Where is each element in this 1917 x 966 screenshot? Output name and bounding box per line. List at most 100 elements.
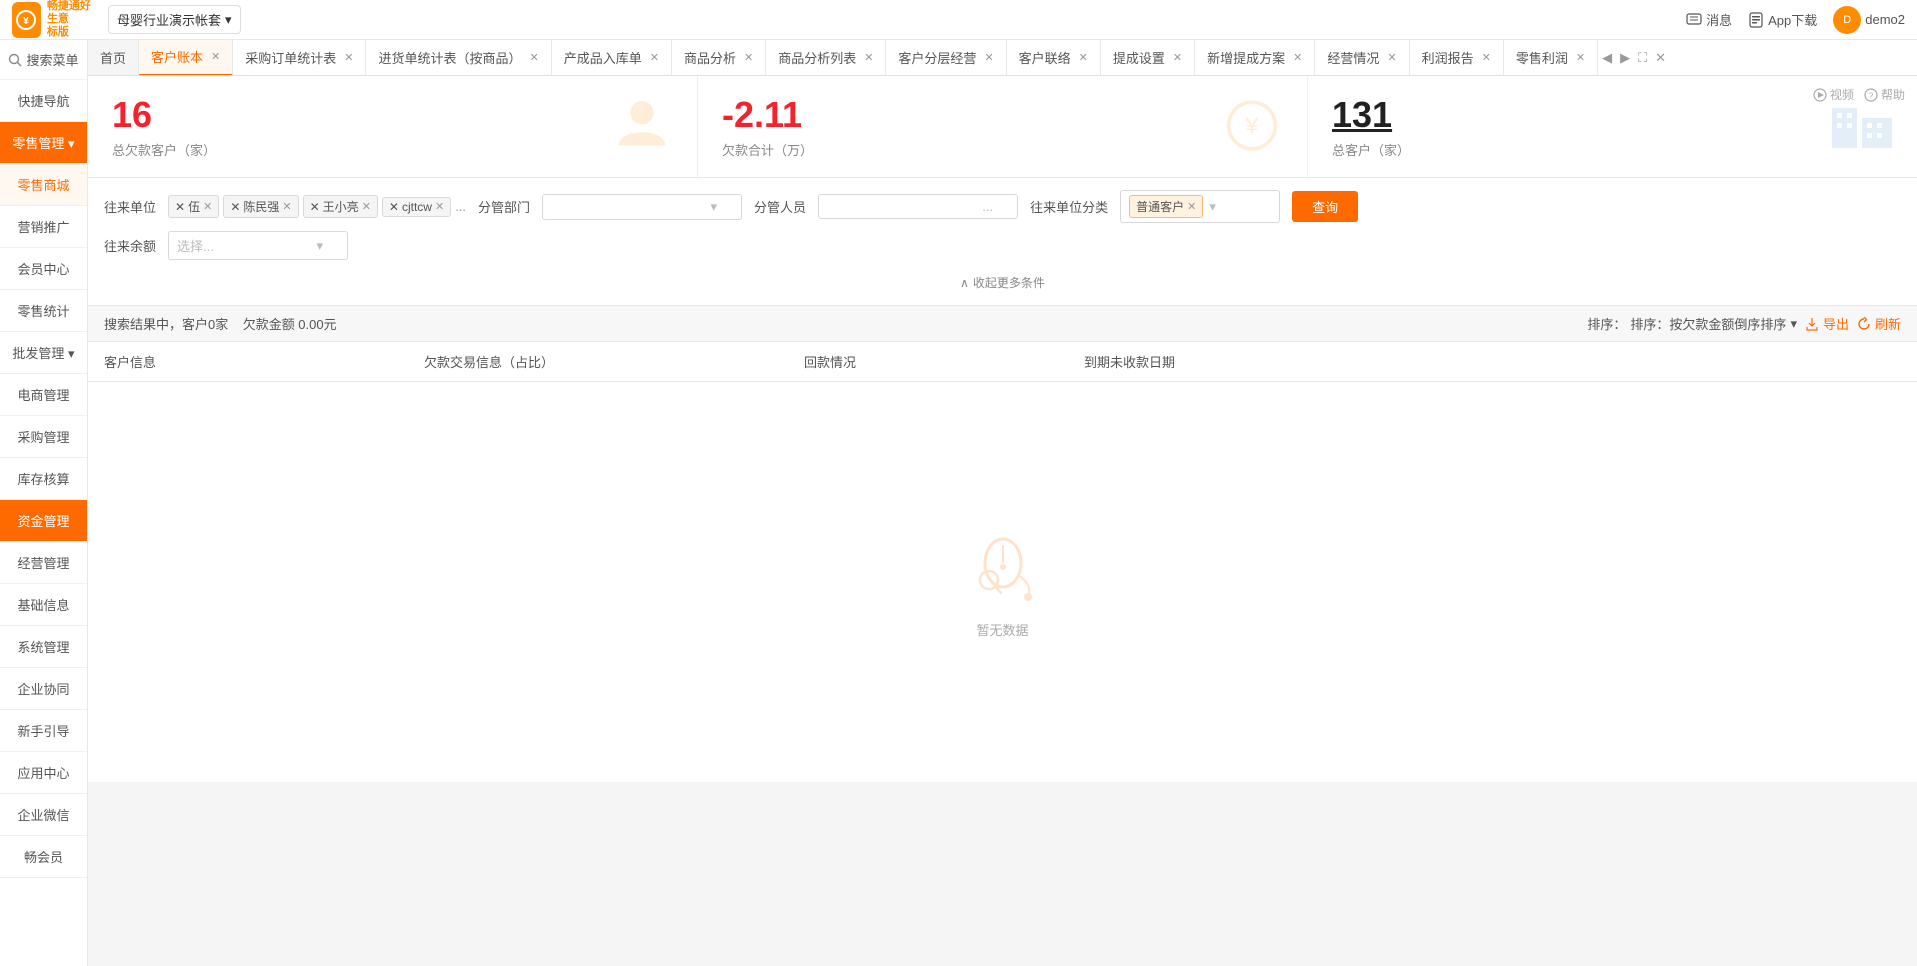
tab-close-icon[interactable]: ✕ [1387, 51, 1396, 64]
sidebar-item-basic[interactable]: 基础信息 [0, 584, 87, 626]
sort-selector[interactable]: 排序： 排序：按欠款金额倒序排序 ▾ [1587, 314, 1797, 333]
sidebar-item-ecommerce[interactable]: 电商管理 [0, 374, 87, 416]
remove-category-tag[interactable]: ✕ [1187, 200, 1196, 213]
refresh-button[interactable]: 刷新 [1857, 314, 1901, 333]
avatar: D [1833, 6, 1861, 34]
search-menu-button[interactable]: 搜索菜单 [0, 40, 87, 80]
help-button[interactable]: ? 帮助 [1864, 86, 1905, 103]
video-icon [1813, 88, 1827, 102]
tab-close-all[interactable]: ✕ [1651, 50, 1670, 66]
unit-category-label: 往来单位分类 [1030, 197, 1108, 216]
tab-promo-settings[interactable]: 提成设置 ✕ [1101, 40, 1195, 76]
export-icon [1805, 317, 1819, 331]
money-icon: ¥ [1217, 95, 1287, 158]
total-customers-label: 总客户（家） [1332, 140, 1410, 159]
store-selector[interactable]: 母婴行业演示帐套 ▾ [108, 5, 241, 34]
tab-purchase-order[interactable]: 采购订单统计表 ✕ [233, 40, 366, 76]
empty-icon [963, 525, 1043, 608]
tab-close-icon[interactable]: ✕ [1293, 51, 1302, 64]
sidebar-item-member[interactable]: 会员中心 [0, 248, 87, 290]
manager-more[interactable]: ... [982, 199, 993, 214]
sidebar-item-wecom[interactable]: 企业微信 [0, 794, 87, 836]
sidebar-item-enterprise[interactable]: 企业协同 [0, 668, 87, 710]
query-button[interactable]: 查询 [1292, 191, 1358, 222]
tab-scroll-right[interactable]: ▶ [1616, 50, 1634, 66]
top-bar-left: ¥ 畅捷通好生意 标版 母婴行业演示帐套 ▾ [12, 0, 241, 39]
remove-unit-tag-2[interactable]: ✕ [362, 200, 371, 213]
tab-product-inbound[interactable]: 产成品入库单 ✕ [552, 40, 672, 76]
total-customers-value: 131 [1332, 94, 1410, 136]
search-icon [8, 53, 22, 67]
remove-unit-tag-3[interactable]: ✕ [435, 200, 444, 213]
filter-area: 往来单位 ✕ 伍 ✕ ✕ 陈民强 ✕ ✕ [88, 178, 1917, 306]
app-download-button[interactable]: App下载 [1748, 10, 1817, 29]
tab-maximize[interactable]: ⛶ [1634, 50, 1651, 66]
overdue-customers-label: 总欠款客户（家） [112, 140, 216, 159]
sidebar-item-wholesale[interactable]: 批发管理 ▾ [0, 332, 87, 374]
sidebar-item-marketing[interactable]: 营销推广 [0, 206, 87, 248]
sidebar-item-retail-stats[interactable]: 零售统计 [0, 290, 87, 332]
sidebar-item-purchase[interactable]: 采购管理 [0, 416, 87, 458]
filter-row-1: 往来单位 ✕ 伍 ✕ ✕ 陈民强 ✕ ✕ [104, 190, 1901, 223]
tab-stock-stats[interactable]: 进货单统计表（按商品） ✕ [366, 40, 551, 76]
sidebar-item-guide[interactable]: 新手引导 [0, 710, 87, 752]
export-button[interactable]: 导出 [1805, 314, 1849, 333]
sidebar-item-nav[interactable]: 快捷导航 [0, 80, 87, 122]
sidebar-item-operation[interactable]: 经营管理 [0, 542, 87, 584]
stats-top-right: 视频 ? 帮助 [1813, 86, 1905, 103]
tab-customer-segment[interactable]: 客户分层经营 ✕ [886, 40, 1006, 76]
collapse-filters-button[interactable]: ∧ 收起更多条件 [104, 268, 1901, 293]
dept-filter-select[interactable]: ▾ [542, 194, 742, 220]
stat-overdue-customers: 16 总欠款客户（家） [88, 76, 698, 177]
sidebar-item-retail-mall[interactable]: 零售商城 [0, 164, 87, 206]
tab-close-icon[interactable]: ✕ [1079, 51, 1088, 64]
unit-category-select[interactable]: 普通客户 ✕ ▾ [1120, 190, 1280, 223]
tab-close-icon[interactable]: ✕ [211, 50, 220, 63]
tab-close-icon[interactable]: ✕ [744, 51, 753, 64]
layout: 搜索菜单 快捷导航 零售管理 ▾ 零售商城 营销推广 会员中心 零售统计 批发管… [0, 40, 1917, 966]
logo-area: ¥ 畅捷通好生意 标版 [12, 0, 100, 39]
unit-category-tag: 普通客户 ✕ [1129, 195, 1203, 218]
logo-icon: ¥ [12, 2, 41, 38]
more-tags-button[interactable]: ... [455, 199, 466, 214]
sidebar-item-app-center[interactable]: 应用中心 [0, 752, 87, 794]
tab-close-icon[interactable]: ✕ [984, 51, 993, 64]
tab-product-analysis-list[interactable]: 商品分析列表 ✕ [766, 40, 886, 76]
unit-tag-2: ✕ 王小亮 ✕ [303, 195, 378, 218]
remove-unit-tag-1[interactable]: ✕ [282, 200, 291, 213]
tab-close-icon[interactable]: ✕ [1482, 51, 1491, 64]
tab-close-icon[interactable]: ✕ [344, 51, 353, 64]
tab-business-status[interactable]: 经营情况 ✕ [1315, 40, 1409, 76]
balance-filter-select[interactable]: 选择... ▾ [168, 231, 348, 260]
manager-filter-label: 分管人员 [754, 197, 806, 216]
manager-filter-select[interactable]: ... [818, 194, 1018, 219]
tab-close-icon[interactable]: ✕ [864, 51, 873, 64]
remove-unit-tag-0[interactable]: ✕ [203, 200, 212, 213]
tab-product-analysis[interactable]: 商品分析 ✕ [672, 40, 766, 76]
sidebar-item-system[interactable]: 系统管理 [0, 626, 87, 668]
tab-customer-account[interactable]: 客户账本 ✕ [139, 40, 233, 76]
sidebar-item-finance[interactable]: 资金管理 [0, 500, 87, 542]
sidebar-item-member-vip[interactable]: 畅会员 [0, 836, 87, 878]
video-help-button[interactable]: 视频 [1813, 86, 1854, 103]
tab-home[interactable]: 首页 [88, 40, 139, 76]
tab-profit-report[interactable]: 利润报告 ✕ [1410, 40, 1504, 76]
tab-close-icon[interactable]: ✕ [650, 51, 659, 64]
tab-customer-contact[interactable]: 客户联络 ✕ [1007, 40, 1101, 76]
sidebar-item-retail[interactable]: 零售管理 ▾ [0, 122, 87, 164]
main-content: 首页 客户账本 ✕ 采购订单统计表 ✕ 进货单统计表（按商品） ✕ 产成品入库单… [88, 40, 1917, 966]
sidebar-item-inventory[interactable]: 库存核算 [0, 458, 87, 500]
tab-retail-profit[interactable]: 零售利润 ✕ [1504, 40, 1598, 76]
tab-close-icon[interactable]: ✕ [1576, 51, 1585, 64]
tab-new-promo-plan[interactable]: 新增提成方案 ✕ [1195, 40, 1315, 76]
overdue-customers-value: 16 [112, 94, 216, 136]
logo-text: 畅捷通好生意 标版 [47, 0, 100, 39]
tab-close-icon[interactable]: ✕ [1173, 51, 1182, 64]
unit-tag-0: ✕ 伍 ✕ [168, 195, 219, 218]
stat-total-customers: 131 总客户（家） [1308, 76, 1917, 177]
tab-scroll-left[interactable]: ◀ [1598, 50, 1616, 66]
user-profile[interactable]: D demo2 [1833, 6, 1905, 34]
tab-close-icon[interactable]: ✕ [530, 51, 539, 64]
table-header: 客户信息 欠款交易信息（占比） 回款情况 到期未收款日期 [88, 342, 1917, 382]
messages-button[interactable]: 消息 [1686, 10, 1732, 29]
